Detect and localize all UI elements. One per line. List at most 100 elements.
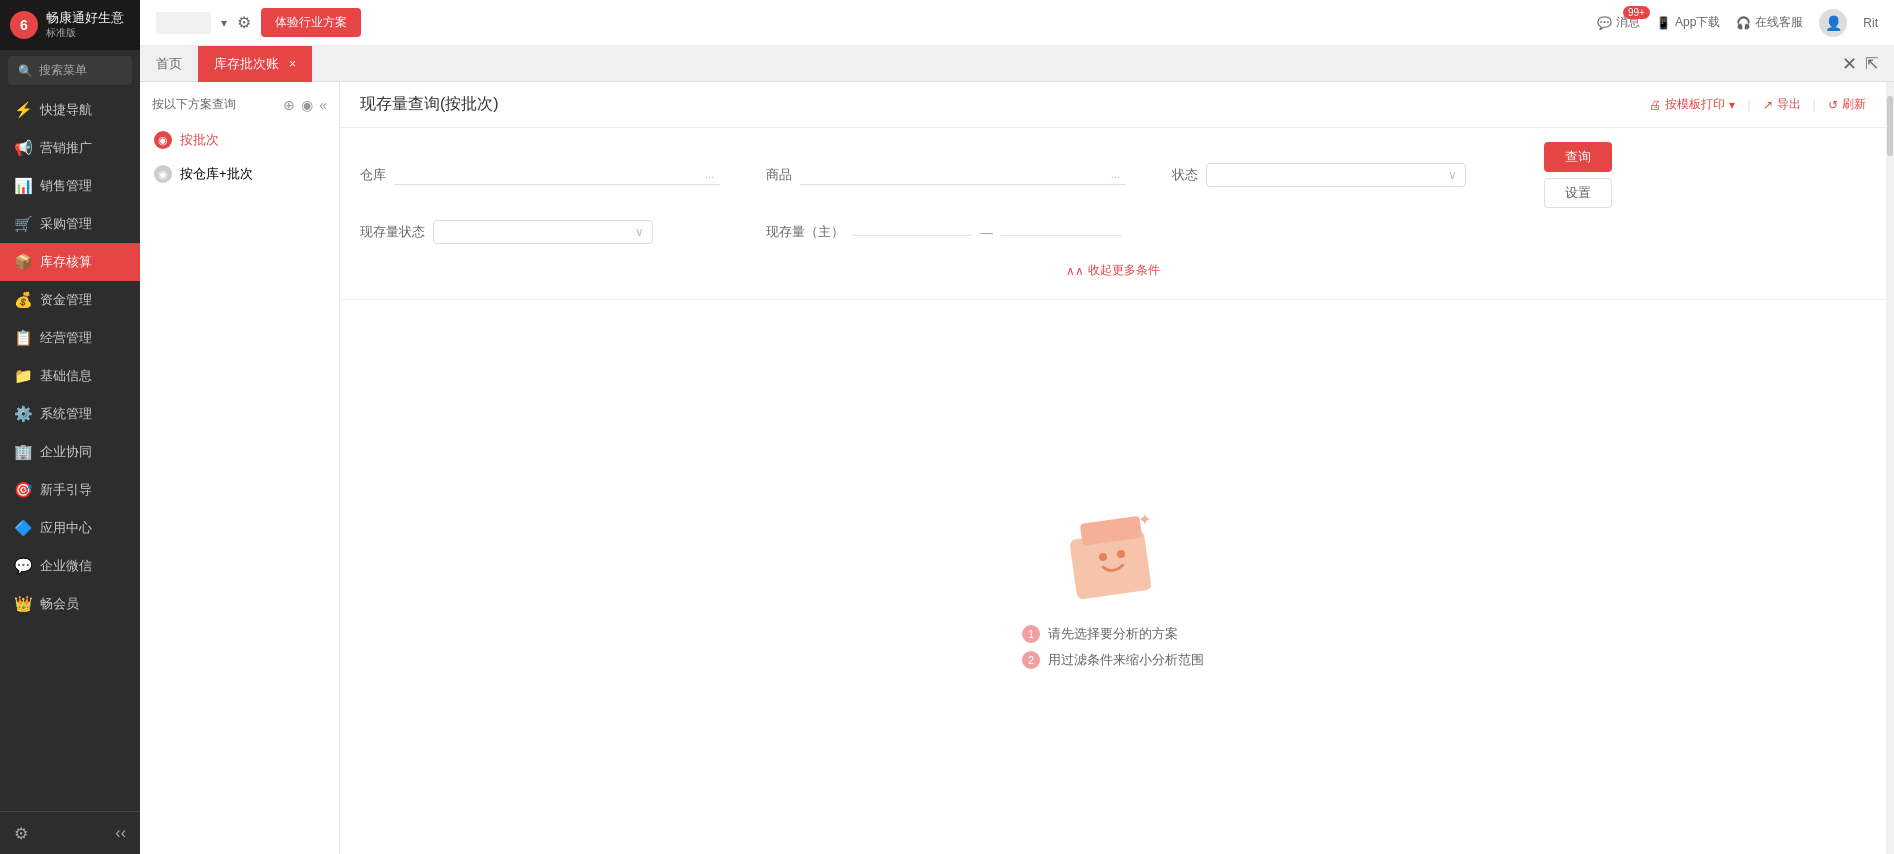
panel-header: 按以下方案查询 ⊕ ◉ «	[140, 92, 339, 123]
sidebar-item-enterprise-wx[interactable]: 💬 企业微信	[0, 547, 140, 585]
status-label: 状态	[1172, 166, 1198, 184]
sidebar-item-quick-nav[interactable]: ⚡ 快捷导航	[0, 91, 140, 129]
sidebar-item-label: 资金管理	[40, 291, 92, 309]
message-icon: 💬	[1597, 16, 1612, 30]
messages-btn[interactable]: 💬 消息 99+	[1597, 14, 1640, 31]
sidebar-item-basic[interactable]: 📁 基础信息	[0, 357, 140, 395]
print-btn[interactable]: 🖨 按模板打印 ▾	[1649, 96, 1735, 113]
panel-item-batch[interactable]: ◉ 按批次	[140, 123, 339, 157]
collapse-panel-icon[interactable]: «	[319, 97, 327, 113]
refresh-label: 刷新	[1842, 96, 1866, 113]
empty-hints: 1 请先选择要分析的方案 2 用过滤条件来缩小分析范围	[1022, 625, 1204, 669]
warehouse-more-btn[interactable]: ...	[699, 166, 720, 182]
sidebar-item-label: 销售管理	[40, 177, 92, 195]
member-icon: 👑	[14, 595, 32, 613]
filter-row-1: 仓库 ... 商品 ...	[360, 142, 1866, 208]
gear-icon[interactable]: ⚙	[237, 13, 251, 32]
tab-inventory-batch[interactable]: 库存批次账 ×	[198, 46, 312, 82]
sidebar-item-inventory[interactable]: 📦 库存核算	[0, 243, 140, 281]
sidebar-item-label: 库存核算	[40, 253, 92, 271]
scheme-settings-icon[interactable]: ◉	[301, 97, 313, 113]
scroll-up-btn[interactable]: ‹‹	[115, 822, 126, 844]
marketing-icon: 📢	[14, 139, 32, 157]
topbar: ▾ ⚙ 体验行业方案 💬 消息 99+ 📱 App下载 🎧 在线客服 👤 Rit	[140, 0, 1894, 46]
page-title: 现存量查询(按批次)	[360, 94, 499, 115]
sidebar-item-purchase[interactable]: 🛒 采购管理	[0, 205, 140, 243]
status-select[interactable]: ∨	[1206, 163, 1466, 187]
stock-qty-field: 现存量（主） —	[766, 223, 1166, 241]
avatar[interactable]: 👤	[1819, 9, 1847, 37]
export-btn[interactable]: ↗ 导出	[1763, 96, 1801, 113]
refresh-btn[interactable]: ↺ 刷新	[1828, 96, 1866, 113]
stock-status-dropdown-icon: ∨	[635, 225, 644, 239]
print-dropdown-icon[interactable]: ▾	[1729, 98, 1735, 112]
sidebar-item-system[interactable]: ⚙️ 系统管理	[0, 395, 140, 433]
trial-btn[interactable]: 体验行业方案	[261, 8, 361, 37]
tabs-end: ✕ ⇱	[1842, 53, 1894, 75]
search-icon: 🔍	[18, 64, 33, 78]
query-btn[interactable]: 查询	[1544, 142, 1612, 172]
headset-icon: 🎧	[1736, 16, 1751, 30]
stock-status-label: 现存量状态	[360, 223, 425, 241]
app-download-btn[interactable]: 📱 App下载	[1656, 14, 1720, 31]
messages-badge: 99+	[1623, 6, 1650, 19]
filter-section: 仓库 ... 商品 ...	[340, 128, 1886, 300]
breadcrumb	[156, 12, 211, 34]
sidebar: 6 畅康通好生意 标准版 🔍 搜索菜单 ⚡ 快捷导航 📢 营销推广 📊 销售管理…	[0, 0, 140, 854]
enterprise-wx-icon: 💬	[14, 557, 32, 575]
settings-icon[interactable]: ⚙	[14, 824, 28, 843]
hint-num-1: 1	[1022, 625, 1040, 643]
newbie-icon: 🎯	[14, 481, 32, 499]
goods-more-btn[interactable]: ...	[1105, 166, 1126, 182]
sidebar-item-enterprise[interactable]: 🏢 企业协同	[0, 433, 140, 471]
page-header: 现存量查询(按批次) 🖨 按模板打印 ▾ | ↗ 导出 | ↺	[340, 82, 1886, 128]
hint-text-1: 请先选择要分析的方案	[1048, 625, 1178, 643]
panel-item-warehouse-batch[interactable]: ◉ 按仓库+批次	[140, 157, 339, 191]
empty-hint-2: 2 用过滤条件来缩小分析范围	[1022, 651, 1204, 669]
goods-value	[800, 172, 1105, 176]
tab-close-icon[interactable]: ×	[289, 57, 296, 71]
topbar-left: ▾ ⚙ 体验行业方案	[156, 8, 361, 37]
sidebar-item-label: 营销推广	[40, 139, 92, 157]
system-icon: ⚙️	[14, 405, 32, 423]
sidebar-item-label: 基础信息	[40, 367, 92, 385]
tab-panel-close-icon[interactable]: ✕	[1842, 53, 1857, 75]
filter-buttons: 查询 设置	[1544, 142, 1612, 208]
phone-icon: 📱	[1656, 16, 1671, 30]
chevron-up-icon: ∧∧	[1066, 264, 1084, 278]
add-scheme-icon[interactable]: ⊕	[283, 97, 295, 113]
print-label: 按模板打印	[1665, 96, 1725, 113]
sidebar-item-marketing[interactable]: 📢 营销推广	[0, 129, 140, 167]
sidebar-item-label: 系统管理	[40, 405, 92, 423]
sidebar-item-label: 企业微信	[40, 557, 92, 575]
sidebar-item-newbie[interactable]: 🎯 新手引导	[0, 471, 140, 509]
empty-illustration: ✦	[1053, 485, 1173, 605]
sidebar-item-label: 采购管理	[40, 215, 92, 233]
goods-field: 商品 ...	[766, 166, 1126, 185]
collapse-label: 收起更多条件	[1088, 262, 1160, 279]
filter-row-2: 现存量状态 ∨ 现存量（主） —	[360, 220, 1866, 244]
setting-btn[interactable]: 设置	[1544, 178, 1612, 208]
sidebar-item-operation[interactable]: 📋 经营管理	[0, 319, 140, 357]
service-label: 在线客服	[1755, 14, 1803, 31]
sidebar-item-app-center[interactable]: 🔷 应用中心	[0, 509, 140, 547]
scroll-thumb[interactable]	[1887, 96, 1893, 156]
sidebar-item-sales[interactable]: 📊 销售管理	[0, 167, 140, 205]
finance-icon: 💰	[14, 291, 32, 309]
breadcrumb-dropdown-icon[interactable]: ▾	[221, 16, 227, 30]
goods-input-wrap: ...	[800, 166, 1126, 185]
service-btn[interactable]: 🎧 在线客服	[1736, 14, 1803, 31]
stock-status-select[interactable]: ∨	[433, 220, 653, 244]
operation-icon: 📋	[14, 329, 32, 347]
tab-expand-icon[interactable]: ⇱	[1865, 54, 1878, 73]
app-logo: 6	[10, 11, 38, 39]
enterprise-icon: 🏢	[14, 443, 32, 461]
username[interactable]: Rit	[1863, 16, 1878, 30]
tab-home[interactable]: 首页	[140, 46, 198, 82]
sidebar-item-member[interactable]: 👑 畅会员	[0, 585, 140, 623]
collapse-conditions-btn[interactable]: ∧∧ 收起更多条件	[360, 256, 1866, 285]
search-menu[interactable]: 🔍 搜索菜单	[8, 56, 132, 85]
sidebar-item-finance[interactable]: 💰 资金管理	[0, 281, 140, 319]
svg-point-2	[1099, 553, 1107, 561]
panel-item-warehouse-batch-label: 按仓库+批次	[180, 165, 253, 183]
